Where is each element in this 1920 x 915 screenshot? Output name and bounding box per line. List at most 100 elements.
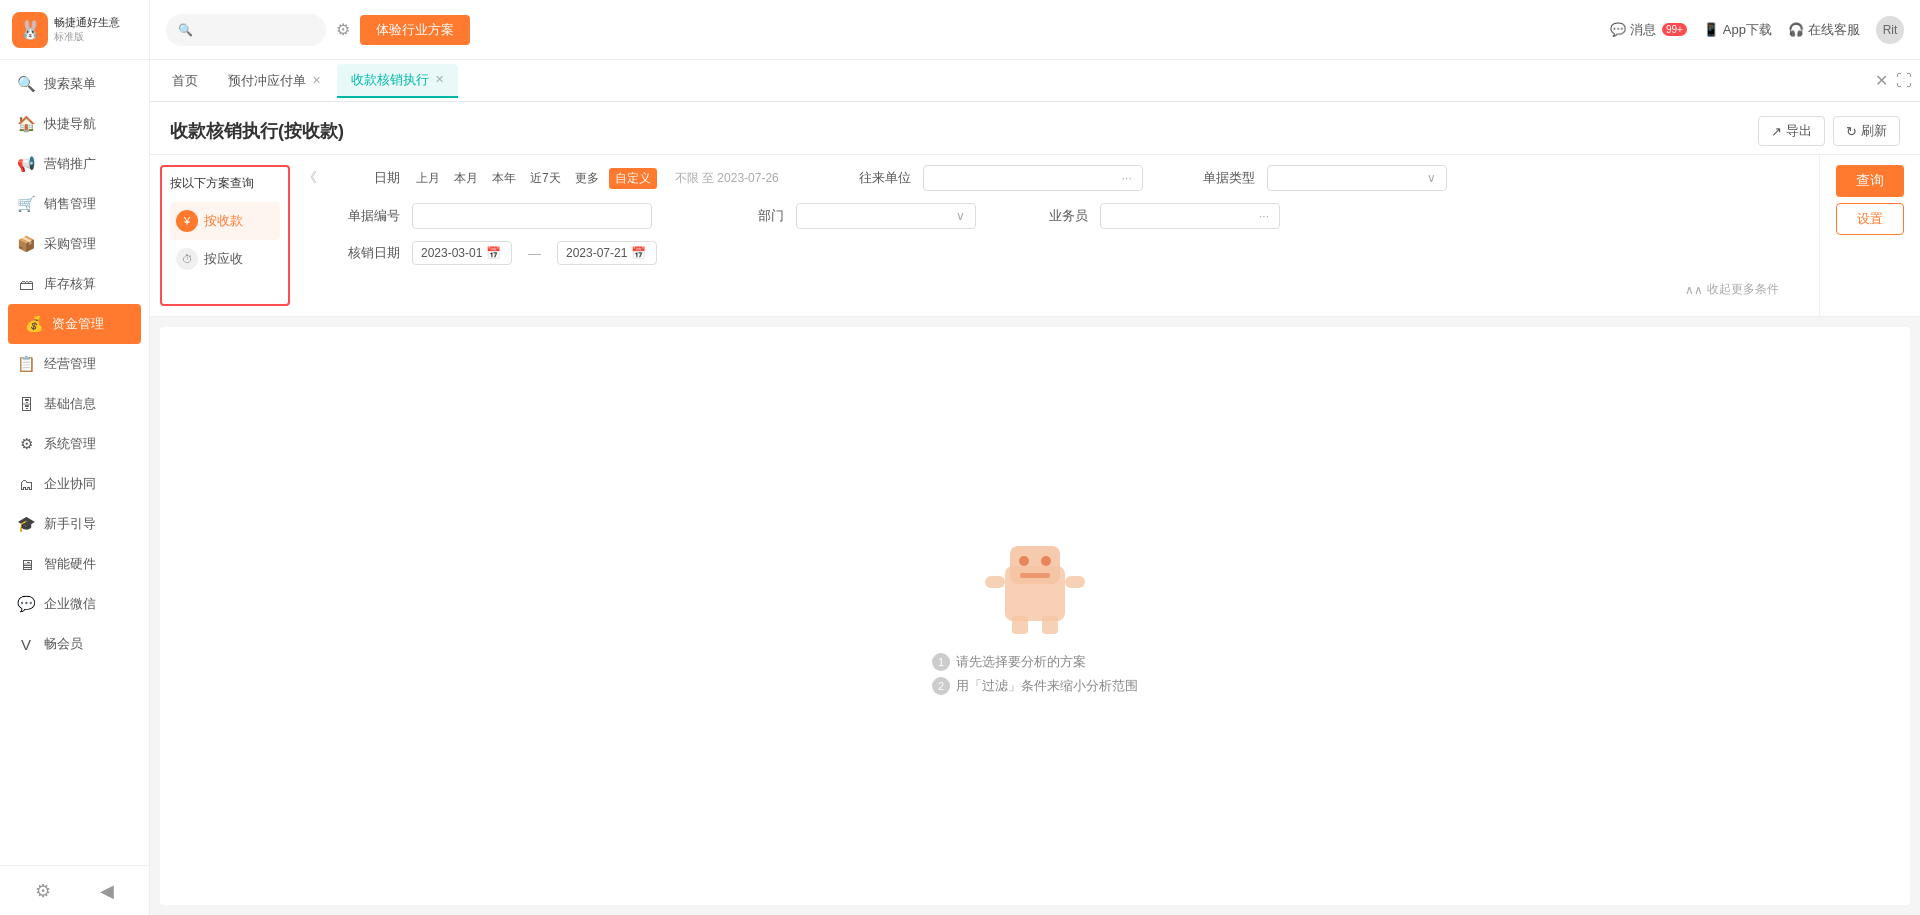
sidebar-nav: 🔍 搜索菜单 🏠 快捷导航 📢 营销推广 🛒 销售管理 📦 采购管理 🗃 库存核… bbox=[0, 60, 149, 865]
writeoff-start-date[interactable]: 2023-03-01 📅 bbox=[412, 241, 512, 265]
online-service-btn[interactable]: 🎧 在线客服 bbox=[1788, 21, 1860, 39]
svg-rect-4 bbox=[1020, 573, 1050, 578]
system-icon: ⚙ bbox=[16, 434, 36, 454]
filter-option-by-receivable[interactable]: ⏱ 按应收 bbox=[170, 240, 280, 278]
sidebar-item-business[interactable]: 📋 经营管理 bbox=[0, 344, 149, 384]
collapse-sidebar-icon[interactable]: ◀ bbox=[100, 880, 114, 902]
refresh-icon: ↻ bbox=[1846, 124, 1857, 139]
baseinfo-icon: 🗄 bbox=[16, 394, 36, 414]
tip-text-2: 用「过滤」条件来缩小分析范围 bbox=[956, 677, 1138, 695]
sidebar-item-finance[interactable]: 💰 资金管理 bbox=[8, 304, 141, 344]
sidebar-item-cooperation[interactable]: 🗂 企业协同 bbox=[0, 464, 149, 504]
writeoff-start-value: 2023-03-01 bbox=[421, 246, 482, 260]
page-title: 收款核销执行(按收款) bbox=[170, 119, 344, 143]
app-label: App下载 bbox=[1723, 21, 1772, 39]
topbar-search[interactable]: 🔍 bbox=[166, 14, 326, 46]
sales-icon: 🛒 bbox=[16, 194, 36, 214]
sidebar-item-inventory[interactable]: 🗃 库存核算 bbox=[0, 264, 149, 304]
industry-btn[interactable]: 体验行业方案 bbox=[360, 15, 470, 45]
baseinfo-label: 基础信息 bbox=[44, 395, 96, 413]
logo-tag: 标准版 bbox=[54, 30, 120, 44]
collapse-more-label: 收起更多条件 bbox=[1707, 281, 1779, 298]
sidebar-item-wechat[interactable]: 💬 企业微信 bbox=[0, 584, 149, 624]
date-this-year[interactable]: 本年 bbox=[488, 168, 520, 189]
close-tab-btn[interactable]: ✕ bbox=[1875, 71, 1888, 90]
salesperson-select[interactable]: ··· bbox=[1100, 203, 1280, 229]
logo-icon: 🐰 bbox=[12, 12, 48, 48]
tab-prepay[interactable]: 预付冲应付单 ✕ bbox=[214, 64, 335, 98]
tab-prepay-close[interactable]: ✕ bbox=[312, 74, 321, 87]
search-label: 搜索菜单 bbox=[44, 75, 96, 93]
topbar: 🔍 ⚙ 体验行业方案 💬 消息 99+ 📱 App下载 🎧 在线客服 Rit bbox=[150, 0, 1920, 60]
sales-label: 销售管理 bbox=[44, 195, 96, 213]
purchase-icon: 📦 bbox=[16, 234, 36, 254]
app-icon: 📱 bbox=[1703, 22, 1719, 37]
guide-icon: 🎓 bbox=[16, 514, 36, 534]
header-actions: ↗ 导出 ↻ 刷新 bbox=[1758, 116, 1900, 146]
sidebar-item-search[interactable]: 🔍 搜索菜单 bbox=[0, 64, 149, 104]
date-last-month[interactable]: 上月 bbox=[412, 168, 444, 189]
gear-icon[interactable]: ⚙ bbox=[336, 20, 350, 39]
partner-dots: ··· bbox=[1122, 171, 1132, 185]
query-btn[interactable]: 查询 bbox=[1836, 165, 1904, 197]
date-this-month[interactable]: 本月 bbox=[450, 168, 482, 189]
doc-no-label: 单据编号 bbox=[340, 207, 400, 225]
filter-sidebar-title: 按以下方案查询 bbox=[170, 175, 280, 192]
doc-type-select[interactable]: ∨ bbox=[1267, 165, 1447, 191]
date-7days[interactable]: 近7天 bbox=[526, 168, 565, 189]
sidebar-item-marketing[interactable]: 📢 营销推广 bbox=[0, 144, 149, 184]
sidebar-item-quicknav[interactable]: 🏠 快捷导航 bbox=[0, 104, 149, 144]
sidebar-item-purchase[interactable]: 📦 采购管理 bbox=[0, 224, 149, 264]
setting-btn[interactable]: 设置 bbox=[1836, 203, 1904, 235]
page-header: 收款核销执行(按收款) ↗ 导出 ↻ 刷新 bbox=[150, 102, 1920, 155]
date-more[interactable]: 更多 bbox=[571, 168, 603, 189]
collapse-more-btn[interactable]: ∧∧ 收起更多条件 bbox=[1685, 281, 1779, 298]
tab-prepay-label: 预付冲应付单 bbox=[228, 72, 306, 90]
settings-icon[interactable]: ⚙ bbox=[35, 880, 51, 902]
svg-point-3 bbox=[1041, 556, 1051, 566]
guide-label: 新手引导 bbox=[44, 515, 96, 533]
purchase-label: 采购管理 bbox=[44, 235, 96, 253]
empty-area: 1 请先选择要分析的方案 2 用「过滤」条件来缩小分析范围 bbox=[160, 327, 1910, 905]
refresh-btn[interactable]: ↻ 刷新 bbox=[1833, 116, 1900, 146]
tab-writeoff[interactable]: 收款核销执行 ✕ bbox=[337, 64, 458, 98]
finance-label: 资金管理 bbox=[52, 315, 104, 333]
message-btn[interactable]: 💬 消息 99+ bbox=[1610, 21, 1687, 39]
doc-no-input[interactable] bbox=[412, 203, 652, 229]
collapse-icon: 《 bbox=[303, 169, 317, 187]
sidebar-logo: 🐰 畅捷通好生意 标准版 bbox=[0, 0, 149, 60]
date-custom[interactable]: 自定义 bbox=[609, 168, 657, 189]
filter-row-1: 日期 上月 本月 本年 近7天 更多 自定义 不限 至 2023-07-26 往… bbox=[340, 165, 1799, 191]
tab-home[interactable]: 首页 bbox=[158, 64, 212, 98]
app-download-btn[interactable]: 📱 App下载 bbox=[1703, 21, 1772, 39]
sidebar-item-hardware[interactable]: 🖥 智能硬件 bbox=[0, 544, 149, 584]
tab-writeoff-close[interactable]: ✕ bbox=[435, 73, 444, 86]
member-label: 畅会员 bbox=[44, 635, 83, 653]
message-badge: 99+ bbox=[1662, 23, 1687, 36]
receipt-icon: ¥ bbox=[176, 210, 198, 232]
tab-writeoff-label: 收款核销执行 bbox=[351, 71, 429, 89]
inventory-icon: 🗃 bbox=[16, 274, 36, 294]
sidebar-item-baseinfo[interactable]: 🗄 基础信息 bbox=[0, 384, 149, 424]
export-btn[interactable]: ↗ 导出 bbox=[1758, 116, 1825, 146]
sidebar-item-guide[interactable]: 🎓 新手引导 bbox=[0, 504, 149, 544]
user-area[interactable]: Rit bbox=[1876, 16, 1904, 44]
sidebar-bottom: ⚙ ◀ bbox=[0, 865, 149, 915]
quicknav-icon: 🏠 bbox=[16, 114, 36, 134]
sidebar-item-system[interactable]: ⚙ 系统管理 bbox=[0, 424, 149, 464]
cooperation-label: 企业协同 bbox=[44, 475, 96, 493]
partner-select[interactable]: ··· bbox=[923, 165, 1143, 191]
writeoff-end-date[interactable]: 2023-07-21 📅 bbox=[557, 241, 657, 265]
business-icon: 📋 bbox=[16, 354, 36, 374]
marketing-label: 营销推广 bbox=[44, 155, 96, 173]
collapse-filter-btn[interactable]: 《 bbox=[300, 155, 320, 316]
filter-option-by-receipt[interactable]: ¥ 按收款 bbox=[170, 202, 280, 240]
filter-actions: 查询 设置 bbox=[1819, 155, 1920, 316]
user-avatar: Rit bbox=[1876, 16, 1904, 44]
sidebar-item-member[interactable]: V 畅会员 bbox=[0, 624, 149, 664]
marketing-icon: 📢 bbox=[16, 154, 36, 174]
svg-rect-7 bbox=[1012, 616, 1028, 634]
dept-select[interactable]: ∨ bbox=[796, 203, 976, 229]
expand-tab-btn[interactable]: ⛶ bbox=[1896, 72, 1912, 90]
sidebar-item-sales[interactable]: 🛒 销售管理 bbox=[0, 184, 149, 224]
